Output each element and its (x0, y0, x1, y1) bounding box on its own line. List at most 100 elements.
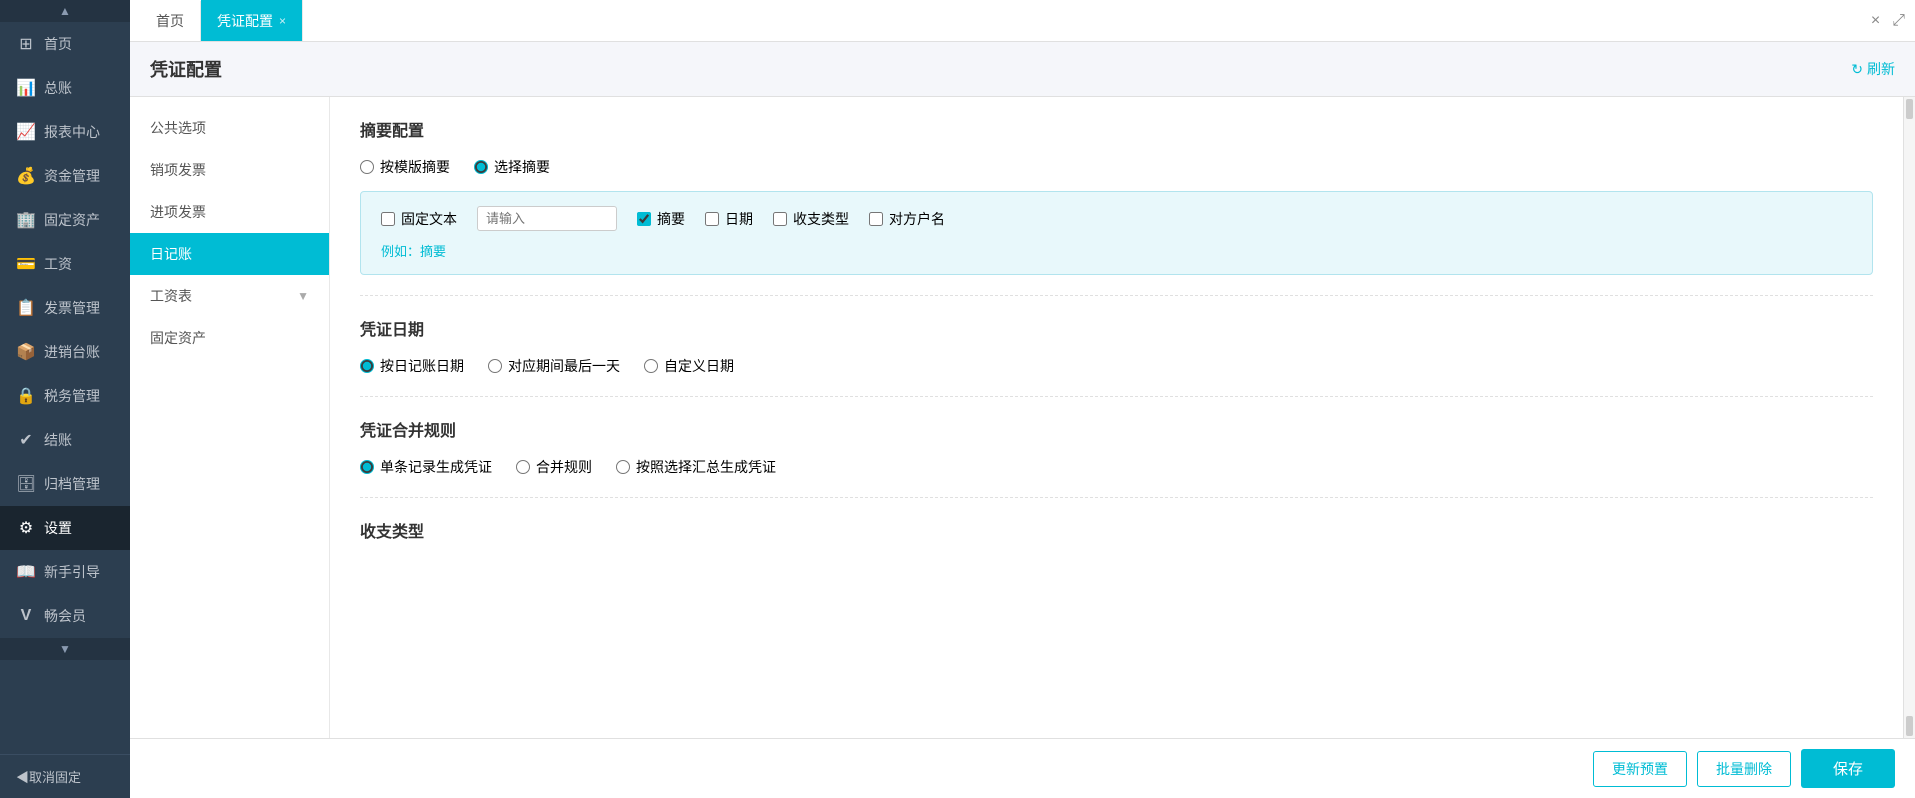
vip-icon: V (16, 607, 36, 625)
refresh-button[interactable]: ↻ 刷新 (1851, 59, 1895, 79)
sidebar-item-purchase[interactable]: 📦 进销台账 (0, 330, 130, 374)
checkbox-date-input[interactable] (705, 212, 719, 226)
merge-options-row: 单条记录生成凭证 合并规则 按照选择汇总生成凭证 (360, 457, 1873, 477)
sidebar-item-checkout[interactable]: ✔ 结账 (0, 418, 130, 462)
summary-title: 摘要配置 (360, 117, 1873, 141)
sidebar-item-ledger[interactable]: 📊 总账 (0, 66, 130, 110)
radio-merge-rule-input[interactable] (516, 460, 530, 474)
summary-config-box: 固定文本 摘要 日期 (360, 191, 1873, 275)
right-content: 摘要配置 按模版摘要 选择摘要 (330, 97, 1903, 738)
radio-select[interactable]: 选择摘要 (474, 157, 550, 177)
guide-icon: 📖 (16, 562, 36, 582)
ledger-icon: 📊 (16, 78, 36, 98)
sidebar-item-archive[interactable]: 🗄 归档管理 (0, 462, 130, 506)
sidebar-unpin[interactable]: ◀取消固定 (0, 754, 130, 798)
sidebar-item-guide[interactable]: 📖 新手引导 (0, 550, 130, 594)
bottom-bar: 更新预置 批量删除 保存 (130, 738, 1915, 798)
radio-period-last[interactable]: 对应期间最后一天 (488, 356, 620, 376)
nav-item-journal[interactable]: 日记账 (130, 233, 329, 275)
income-section: 收支类型 (360, 518, 1873, 578)
checkbox-counterpart[interactable]: 对方户名 (869, 209, 945, 229)
fund-icon: 💰 (16, 166, 36, 186)
sidebar-item-invoice[interactable]: 📋 发票管理 (0, 286, 130, 330)
merge-title: 凭证合并规则 (360, 417, 1873, 441)
sidebar-item-fund[interactable]: 💰 资金管理 (0, 154, 130, 198)
radio-select-input[interactable] (474, 160, 488, 174)
sidebar-item-report[interactable]: 📈 报表中心 (0, 110, 130, 154)
main-area: 首页 凭证配置 × × ⤢ 凭证配置 ↻ 刷新 公共选项 销项发票 (130, 0, 1915, 798)
date-section: 凭证日期 按日记账日期 对应期间最后一天 自定义日期 (360, 316, 1873, 397)
date-title: 凭证日期 (360, 316, 1873, 340)
report-icon: 📈 (16, 122, 36, 142)
sidebar: ▲ ⊞ 首页 📊 总账 📈 报表中心 💰 资金管理 🏢 固定资产 💳 工资 📋 … (0, 0, 130, 798)
nav-item-salary[interactable]: 工资表 ▼ (130, 275, 329, 317)
sidebar-item-settings[interactable]: ⚙ 设置 (0, 506, 130, 550)
radio-custom-date[interactable]: 自定义日期 (644, 356, 734, 376)
left-nav: 公共选项 销项发票 进项发票 日记账 工资表 ▼ 固定资产 (130, 97, 330, 738)
checkbox-summary-input[interactable] (637, 212, 651, 226)
nav-item-public[interactable]: 公共选项 (130, 107, 329, 149)
sidebar-item-asset[interactable]: 🏢 固定资产 (0, 198, 130, 242)
radio-single-record-input[interactable] (360, 460, 374, 474)
update-preview-button[interactable]: 更新预置 (1593, 751, 1687, 787)
tab-home[interactable]: 首页 (140, 1, 201, 41)
checkbox-summary[interactable]: 摘要 (637, 209, 685, 229)
page-title: 凭证配置 (150, 56, 222, 82)
checkbox-counterpart-input[interactable] (869, 212, 883, 226)
tab-voucher[interactable]: 凭证配置 × (201, 0, 303, 41)
checkbox-type-input[interactable] (773, 212, 787, 226)
asset-icon: 🏢 (16, 210, 36, 230)
sidebar-scroll-up[interactable]: ▲ (0, 0, 130, 22)
summary-section: 摘要配置 按模版摘要 选择摘要 (360, 117, 1873, 296)
radio-merge-rule[interactable]: 合并规则 (516, 457, 592, 477)
home-icon: ⊞ (16, 34, 36, 54)
checkbox-date[interactable]: 日期 (705, 209, 753, 229)
radio-template[interactable]: 按模版摘要 (360, 157, 450, 177)
window-controls: × ⤢ (1871, 12, 1905, 30)
purchase-icon: 📦 (16, 342, 36, 362)
summary-mode-row: 按模版摘要 选择摘要 (360, 157, 1873, 177)
radio-single-record[interactable]: 单条记录生成凭证 (360, 457, 492, 477)
sidebar-item-home[interactable]: ⊞ 首页 (0, 22, 130, 66)
nav-item-sales[interactable]: 销项发票 (130, 149, 329, 191)
nav-item-asset[interactable]: 固定资产 (130, 317, 329, 359)
sidebar-scroll-down[interactable]: ▼ (0, 638, 130, 660)
radio-period-last-input[interactable] (488, 359, 502, 373)
close-window-icon[interactable]: × (1871, 12, 1880, 30)
tab-bar: 首页 凭证配置 × × ⤢ (130, 0, 1915, 42)
checkbox-fixed-text[interactable]: 固定文本 (381, 209, 457, 229)
salary-icon: 💳 (16, 254, 36, 274)
checkbox-type[interactable]: 收支类型 (773, 209, 849, 229)
sidebar-item-vip[interactable]: V 畅会员 (0, 594, 130, 638)
maximize-window-icon[interactable]: ⤢ (1892, 12, 1905, 30)
checkbox-fixed-text-input[interactable] (381, 212, 395, 226)
radio-summary-generate[interactable]: 按照选择汇总生成凭证 (616, 457, 776, 477)
summary-checkboxes-row: 固定文本 摘要 日期 (381, 206, 1852, 231)
date-options-row: 按日记账日期 对应期间最后一天 自定义日期 (360, 356, 1873, 376)
radio-custom-date-input[interactable] (644, 359, 658, 373)
batch-delete-button[interactable]: 批量删除 (1697, 751, 1791, 787)
merge-section: 凭证合并规则 单条记录生成凭证 合并规则 按照选择汇总生成凭证 (360, 417, 1873, 498)
tab-close-icon[interactable]: × (279, 14, 286, 28)
radio-summary-generate-input[interactable] (616, 460, 630, 474)
tax-icon: 🔒 (16, 386, 36, 406)
save-button[interactable]: 保存 (1801, 749, 1895, 788)
fixed-text-input[interactable] (477, 206, 617, 231)
invoice-icon: 📋 (16, 298, 36, 318)
page-header: 凭证配置 ↻ 刷新 (130, 42, 1915, 97)
sidebar-item-salary[interactable]: 💳 工资 (0, 242, 130, 286)
vertical-scrollbar[interactable] (1903, 97, 1915, 738)
chevron-down-icon: ▼ (297, 289, 309, 303)
radio-journal-date-input[interactable] (360, 359, 374, 373)
settings-icon: ⚙ (16, 518, 36, 538)
nav-item-purchase[interactable]: 进项发票 (130, 191, 329, 233)
refresh-icon: ↻ (1851, 61, 1863, 78)
income-title: 收支类型 (360, 518, 1873, 542)
checkout-icon: ✔ (16, 430, 36, 450)
example-text: 例如：摘要 (381, 241, 1852, 260)
radio-template-input[interactable] (360, 160, 374, 174)
sidebar-item-tax[interactable]: 🔒 税务管理 (0, 374, 130, 418)
content-area: 公共选项 销项发票 进项发票 日记账 工资表 ▼ 固定资产 (130, 97, 1915, 738)
radio-journal-date[interactable]: 按日记账日期 (360, 356, 464, 376)
archive-icon: 🗄 (16, 474, 36, 494)
